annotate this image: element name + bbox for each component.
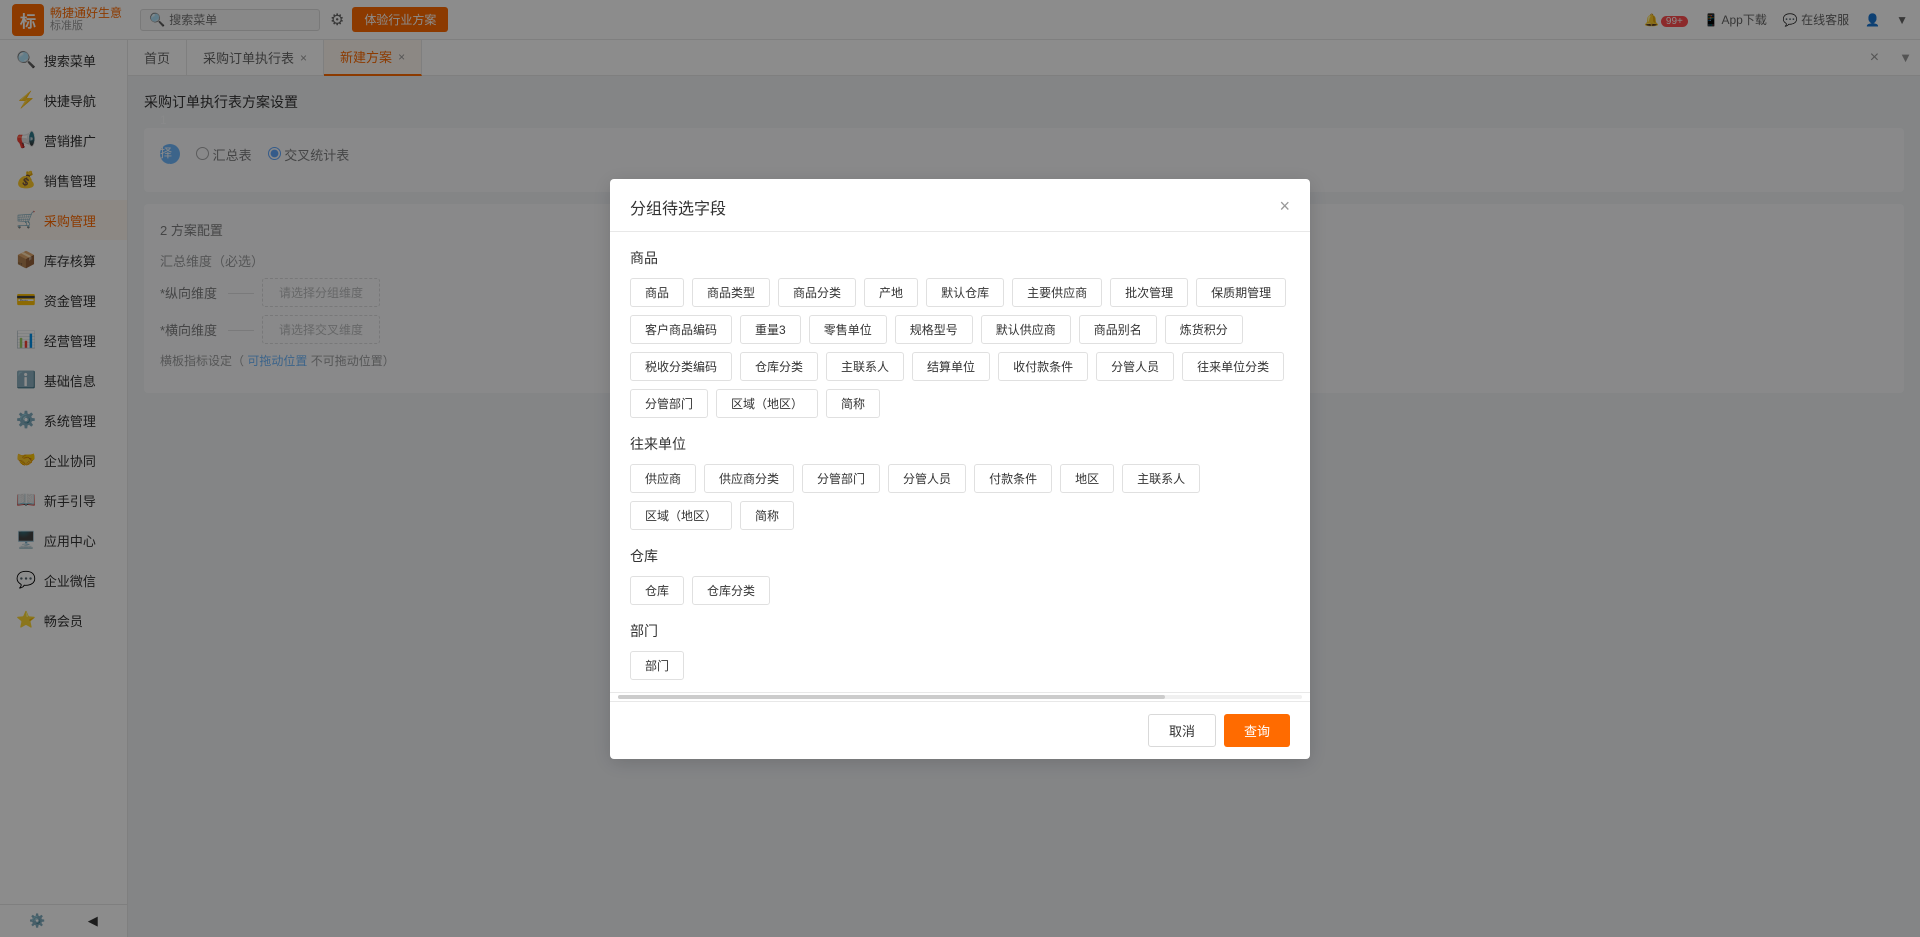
field-item[interactable]: 付款条件 bbox=[974, 464, 1052, 493]
field-item[interactable]: 税收分类编码 bbox=[630, 352, 732, 381]
field-item[interactable]: 供应商 bbox=[630, 464, 696, 493]
field-item[interactable]: 分管人员 bbox=[1096, 352, 1174, 381]
cancel-button[interactable]: 取消 bbox=[1148, 714, 1216, 747]
field-group-partner: 往来单位 供应商 供应商分类 分管部门 分管人员 付款条件 地区 主联系人 区域… bbox=[630, 434, 1290, 530]
field-item[interactable]: 供应商分类 bbox=[704, 464, 794, 493]
field-item[interactable]: 仓库分类 bbox=[692, 576, 770, 605]
field-item[interactable]: 部门 bbox=[630, 651, 684, 680]
field-item[interactable]: 保质期管理 bbox=[1196, 278, 1286, 307]
field-item[interactable]: 商品类型 bbox=[692, 278, 770, 307]
field-item[interactable]: 区域（地区） bbox=[716, 389, 818, 418]
field-item[interactable]: 重量3 bbox=[740, 315, 801, 344]
field-item[interactable]: 主联系人 bbox=[1122, 464, 1200, 493]
field-item[interactable]: 商品 bbox=[630, 278, 684, 307]
field-items-partner: 供应商 供应商分类 分管部门 分管人员 付款条件 地区 主联系人 区域（地区） … bbox=[630, 464, 1290, 530]
field-item[interactable]: 客户商品编码 bbox=[630, 315, 732, 344]
field-item[interactable]: 分管部门 bbox=[630, 389, 708, 418]
field-item[interactable]: 主要供应商 bbox=[1012, 278, 1102, 307]
field-item[interactable]: 简称 bbox=[826, 389, 880, 418]
field-item[interactable]: 默认仓库 bbox=[926, 278, 1004, 307]
field-item[interactable]: 默认供应商 bbox=[981, 315, 1071, 344]
field-item[interactable]: 仓库分类 bbox=[740, 352, 818, 381]
field-item[interactable]: 仓库 bbox=[630, 576, 684, 605]
group-title-dept: 部门 bbox=[630, 621, 1290, 641]
modal-overlay: 分组待选字段 × 商品 商品 商品类型 商品分类 产地 默认仓库 主要供应商 批… bbox=[0, 0, 1920, 937]
field-items-warehouse: 仓库 仓库分类 bbox=[630, 576, 1290, 605]
modal-footer: 取消 查询 bbox=[610, 701, 1310, 759]
field-items-dept: 部门 bbox=[630, 651, 1290, 680]
field-item[interactable]: 往来单位分类 bbox=[1182, 352, 1284, 381]
field-item[interactable]: 规格型号 bbox=[895, 315, 973, 344]
field-item[interactable]: 商品分类 bbox=[778, 278, 856, 307]
field-select-modal: 分组待选字段 × 商品 商品 商品类型 商品分类 产地 默认仓库 主要供应商 批… bbox=[610, 179, 1310, 759]
field-item[interactable]: 区域（地区） bbox=[630, 501, 732, 530]
field-item[interactable]: 炼货积分 bbox=[1165, 315, 1243, 344]
field-item[interactable]: 商品别名 bbox=[1079, 315, 1157, 344]
group-title-warehouse: 仓库 bbox=[630, 546, 1290, 566]
field-item[interactable]: 分管人员 bbox=[888, 464, 966, 493]
field-item[interactable]: 主联系人 bbox=[826, 352, 904, 381]
modal-title: 分组待选字段 bbox=[630, 195, 726, 219]
field-items-goods: 商品 商品类型 商品分类 产地 默认仓库 主要供应商 批次管理 保质期管理 客户… bbox=[630, 278, 1290, 418]
modal-header: 分组待选字段 × bbox=[610, 179, 1310, 232]
field-item[interactable]: 分管部门 bbox=[802, 464, 880, 493]
field-item[interactable]: 批次管理 bbox=[1110, 278, 1188, 307]
group-title-goods: 商品 bbox=[630, 248, 1290, 268]
field-group-goods: 商品 商品 商品类型 商品分类 产地 默认仓库 主要供应商 批次管理 保质期管理… bbox=[630, 248, 1290, 418]
confirm-button[interactable]: 查询 bbox=[1224, 714, 1290, 747]
field-group-warehouse: 仓库 仓库 仓库分类 bbox=[630, 546, 1290, 605]
field-item[interactable]: 产地 bbox=[864, 278, 918, 307]
modal-horizontal-scrollbar[interactable] bbox=[610, 692, 1310, 700]
field-group-dept: 部门 部门 bbox=[630, 621, 1290, 680]
field-item[interactable]: 零售单位 bbox=[809, 315, 887, 344]
modal-body: 商品 商品 商品类型 商品分类 产地 默认仓库 主要供应商 批次管理 保质期管理… bbox=[610, 232, 1310, 693]
field-item[interactable]: 地区 bbox=[1060, 464, 1114, 493]
modal-close-button[interactable]: × bbox=[1279, 196, 1290, 217]
field-item[interactable]: 收付款条件 bbox=[998, 352, 1088, 381]
field-item[interactable]: 简称 bbox=[740, 501, 794, 530]
group-title-partner: 往来单位 bbox=[630, 434, 1290, 454]
field-item[interactable]: 结算单位 bbox=[912, 352, 990, 381]
